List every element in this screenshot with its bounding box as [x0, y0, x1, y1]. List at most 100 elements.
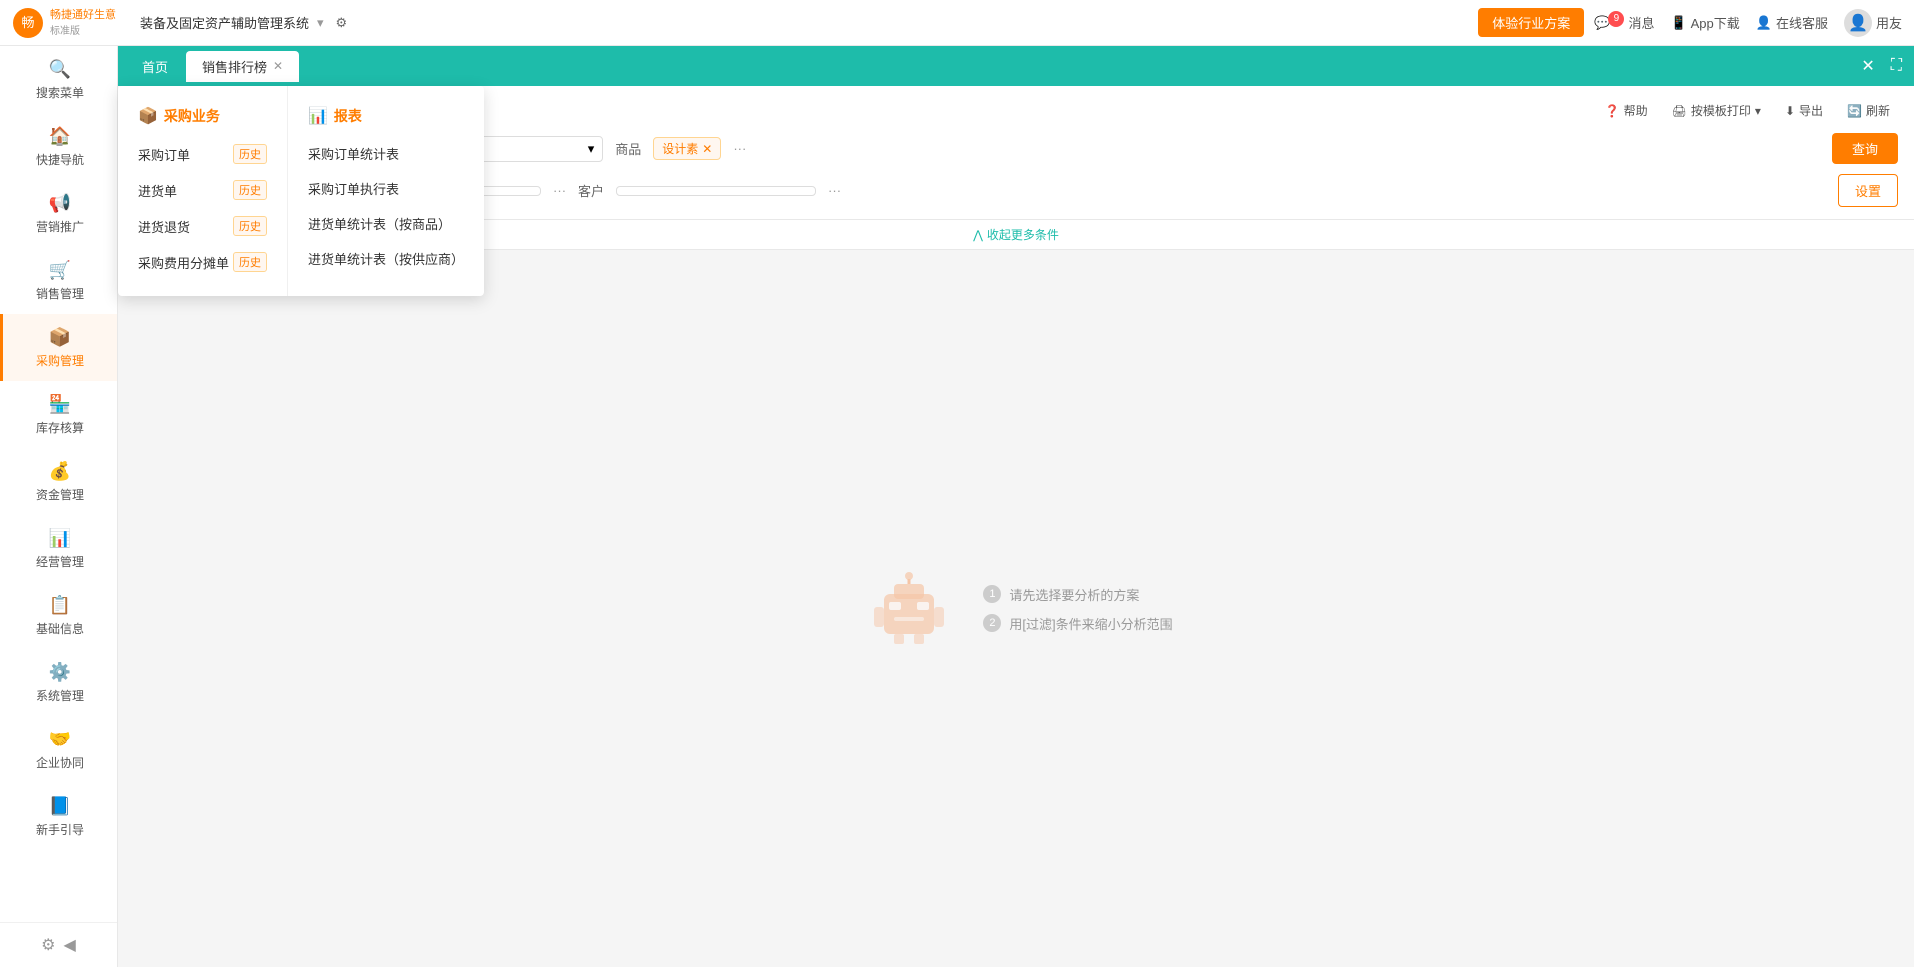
nav-right: 💬 9 消息 📱 App下载 👤 在线客服 👤 用友: [1594, 9, 1902, 37]
settings-button[interactable]: 设置: [1838, 174, 1898, 207]
sales-icon: 🛒: [49, 259, 71, 281]
empty-hint-1-text: 请先选择要分析的方案: [1009, 585, 1139, 604]
goods-label: 商品: [615, 139, 641, 158]
customer-more[interactable]: ···: [828, 183, 841, 198]
menu-item-expense[interactable]: 采购费用分摊单 历史: [118, 244, 287, 280]
purchase-business-col: 📦 采购业务 采购订单 历史 进货单 历史 进货退货 历史 采购费用分摊单 历史: [118, 86, 288, 296]
return-label: 进货退货: [138, 217, 190, 236]
sidebar-collapse-btn[interactable]: ◀: [64, 935, 76, 955]
sidebar-item-search[interactable]: 🔍 搜索菜单: [0, 46, 117, 113]
guide-icon: 📘: [49, 795, 71, 817]
customer-label: 客户: [578, 181, 604, 200]
salesperson-more[interactable]: ···: [553, 183, 566, 198]
sidebar-item-operations[interactable]: 📊 经营管理: [0, 515, 117, 582]
sidebar-label-purchase: 采购管理: [36, 352, 84, 369]
system-settings-icon[interactable]: ⚙: [336, 15, 348, 31]
tab-bar: 首页 销售排行榜 ✕ ✕ ⛶: [118, 46, 1914, 86]
query-button[interactable]: 查询: [1832, 133, 1898, 164]
supplier-stats-label: 进货单统计表（按供应商）: [308, 249, 464, 268]
settings-btn-area: 设置: [1838, 174, 1898, 207]
tab-close-icon[interactable]: ✕: [273, 59, 283, 73]
refresh-label: 刷新: [1866, 102, 1890, 119]
app-download-item[interactable]: 📱 App下载: [1670, 13, 1739, 32]
empty-illustration: [859, 559, 959, 659]
sidebar-item-marketing[interactable]: 📢 营销推广: [0, 180, 117, 247]
empty-text: 1 请先选择要分析的方案 2 用[过滤]条件来缩小分析范围: [983, 585, 1172, 633]
print-icon: 🖨: [1672, 104, 1687, 118]
marketing-icon: 📢: [49, 192, 71, 214]
step-1-num: 1: [983, 585, 1001, 603]
print-btn[interactable]: 🖨 按模板打印 ▾: [1664, 98, 1769, 123]
logo-area: 畅 畅捷通好生意 标准版: [12, 7, 130, 39]
menu-item-incoming[interactable]: 进货单 历史: [118, 172, 287, 208]
goods-more-options[interactable]: ···: [733, 141, 746, 156]
tab-sales-ranking[interactable]: 销售排行榜 ✕: [186, 51, 299, 82]
tab-home-label: 首页: [142, 57, 168, 76]
sidebar-item-guide[interactable]: 📘 新手引导: [0, 783, 117, 850]
tab-maximize-icon[interactable]: ⛶: [1887, 53, 1906, 79]
purchase-order-label: 采购订单: [138, 145, 190, 164]
menu-item-supplier-stats[interactable]: 进货单统计表（按供应商）: [288, 241, 484, 276]
industry-btn[interactable]: 体验行业方案: [1478, 8, 1584, 37]
incoming-hist: 历史: [233, 180, 267, 200]
sidebar-item-basic[interactable]: 📋 基础信息: [0, 582, 117, 649]
logo-icon: 畅: [12, 7, 44, 39]
menu-item-po-stats[interactable]: 采购订单统计表: [288, 136, 484, 171]
sidebar-label-guide: 新手引导: [36, 821, 84, 838]
enterprise-icon: 🤝: [49, 728, 71, 750]
report-col-title: 报表: [334, 106, 362, 126]
collapse-text: 收起更多条件: [987, 226, 1059, 243]
system-dropdown-icon[interactable]: ▾: [317, 15, 324, 31]
message-item[interactable]: 💬 9 消息: [1594, 13, 1654, 32]
tab-home[interactable]: 首页: [126, 51, 184, 82]
menu-item-goods-stats[interactable]: 进货单统计表（按商品）: [288, 206, 484, 241]
system-title: 装备及固定资产辅助管理系统 ▾ ⚙: [140, 13, 1468, 32]
user-item[interactable]: 👤 用友: [1844, 9, 1902, 37]
purchase-icon: 📦: [49, 326, 71, 348]
purchase-col-header: 📦 采购业务: [118, 102, 287, 136]
finance-icon: 💰: [49, 460, 71, 482]
export-btn[interactable]: ⬇ 导出: [1777, 98, 1831, 123]
goods-stats-label: 进货单统计表（按商品）: [308, 214, 451, 233]
menu-item-po-exec[interactable]: 采购订单执行表: [288, 171, 484, 206]
sidebar-label-sales: 销售管理: [36, 285, 84, 302]
app-download-label: App下载: [1691, 13, 1740, 32]
tab-bar-right: ✕ ⛶: [1857, 52, 1906, 80]
sidebar-label-system: 系统管理: [36, 687, 84, 704]
customer-select[interactable]: [616, 186, 816, 196]
goods-tag-close[interactable]: ✕: [702, 142, 712, 156]
purchase-dropdown-menu: 📦 采购业务 采购订单 历史 进货单 历史 进货退货 历史 采购费用分摊单 历史…: [118, 86, 484, 296]
sidebar-item-quick[interactable]: 🏠 快捷导航: [0, 113, 117, 180]
sidebar-label-enterprise: 企业协同: [36, 754, 84, 771]
sidebar-item-purchase[interactable]: 📦 采购管理: [0, 314, 117, 381]
refresh-btn[interactable]: 🔄 刷新: [1839, 98, 1898, 123]
menu-item-return[interactable]: 进货退货 历史: [118, 208, 287, 244]
tab-close-all-icon[interactable]: ✕: [1857, 52, 1878, 80]
sidebar-item-enterprise[interactable]: 🤝 企业协同: [0, 716, 117, 783]
print-label: 按模板打印: [1691, 102, 1751, 119]
print-dropdown-icon: ▾: [1755, 104, 1761, 118]
empty-hint-1: 1 请先选择要分析的方案: [983, 585, 1172, 604]
online-service-item[interactable]: 👤 在线客服: [1756, 13, 1828, 32]
avatar: 👤: [1844, 9, 1872, 37]
empty-state: 1 请先选择要分析的方案 2 用[过滤]条件来缩小分析范围: [118, 250, 1914, 967]
sidebar-item-finance[interactable]: 💰 资金管理: [0, 448, 117, 515]
export-label: 导出: [1799, 102, 1823, 119]
sidebar-item-system[interactable]: ⚙️ 系统管理: [0, 649, 117, 716]
username-label: 用友: [1876, 13, 1902, 32]
search-icon: 🔍: [49, 58, 71, 80]
purchase-order-hist: 历史: [233, 144, 267, 164]
sidebar-label-operations: 经营管理: [36, 553, 84, 570]
sidebar-item-sales[interactable]: 🛒 销售管理: [0, 247, 117, 314]
menu-item-purchase-order[interactable]: 采购订单 历史: [118, 136, 287, 172]
sidebar-label-finance: 资金管理: [36, 486, 84, 503]
goods-tag-value: 设计素: [662, 140, 698, 157]
empty-hint-2: 2 用[过滤]条件来缩小分析范围: [983, 614, 1172, 633]
sidebar-settings-btn[interactable]: ⚙: [41, 935, 55, 955]
sidebar-item-inventory[interactable]: 🏪 库存核算: [0, 381, 117, 448]
help-btn[interactable]: ❓ 帮助: [1597, 98, 1656, 123]
expense-label: 采购费用分摊单: [138, 253, 229, 272]
logo-text: 畅捷通好生意: [50, 8, 116, 22]
toolbar-right: ❓ 帮助 🖨 按模板打印 ▾ ⬇ 导出 🔄: [1597, 98, 1898, 123]
report-col: 📊 报表 采购订单统计表 采购订单执行表 进货单统计表（按商品） 进货单统计表（…: [288, 86, 484, 296]
